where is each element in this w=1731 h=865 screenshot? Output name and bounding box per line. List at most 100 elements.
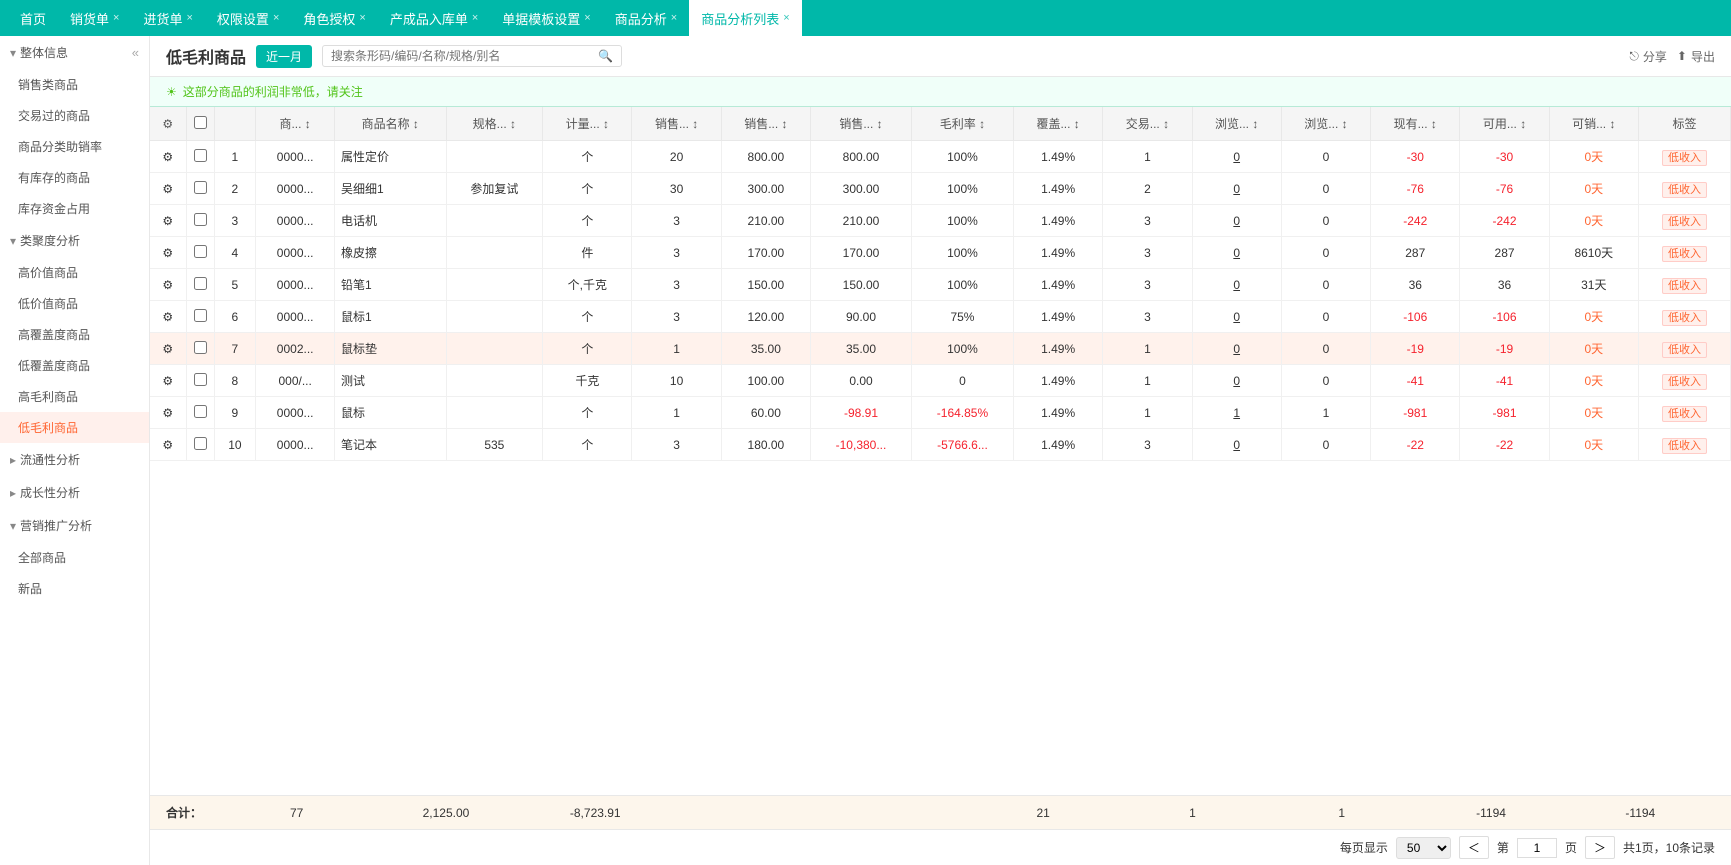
- close-icon[interactable]: ×: [359, 12, 365, 24]
- close-icon[interactable]: ×: [671, 12, 677, 24]
- col-browse1[interactable]: 浏览... ↕: [1192, 107, 1281, 141]
- row-checkbox[interactable]: [194, 309, 207, 322]
- sidebar-section-overall[interactable]: ▾ 整体信息 «: [0, 36, 149, 69]
- select-all-checkbox[interactable]: [194, 116, 207, 129]
- row-checkbox[interactable]: [194, 149, 207, 162]
- col-trade-count[interactable]: 交易... ↕: [1103, 107, 1192, 141]
- nav-product-inbound[interactable]: 产成品入库单 ×: [378, 0, 490, 36]
- col-sales-qty[interactable]: 销售... ↕: [632, 107, 721, 141]
- checkbox-cell[interactable]: [186, 269, 214, 301]
- col-cover-rate[interactable]: 覆盖... ↕: [1013, 107, 1102, 141]
- settings-cell[interactable]: ⚙: [150, 301, 186, 333]
- checkbox-cell[interactable]: [186, 301, 214, 333]
- row-browse1[interactable]: 0: [1192, 429, 1281, 461]
- prev-page-button[interactable]: ＜: [1459, 836, 1489, 859]
- row-browse1[interactable]: 0: [1192, 333, 1281, 365]
- checkbox-cell[interactable]: [186, 237, 214, 269]
- collapse-icon[interactable]: «: [132, 45, 139, 60]
- sidebar-item-category-rate[interactable]: 商品分类助销率: [0, 131, 149, 162]
- close-icon[interactable]: ×: [472, 12, 478, 24]
- sidebar-item-low-margin[interactable]: 低毛利商品: [0, 412, 149, 443]
- close-icon[interactable]: ×: [113, 12, 119, 24]
- col-available[interactable]: 可用... ↕: [1460, 107, 1549, 141]
- close-icon[interactable]: ×: [783, 12, 789, 24]
- sidebar-item-high-value[interactable]: 高价值商品: [0, 257, 149, 288]
- row-browse1[interactable]: 0: [1192, 365, 1281, 397]
- row-checkbox[interactable]: [194, 181, 207, 194]
- checkbox-cell[interactable]: [186, 429, 214, 461]
- sidebar-section-growth[interactable]: ▸ 成长性分析: [0, 476, 149, 509]
- nav-product-analysis-list[interactable]: 商品分析列表 ×: [689, 0, 801, 36]
- nav-template-settings[interactable]: 单据模板设置 ×: [490, 0, 602, 36]
- checkbox-cell[interactable]: [186, 173, 214, 205]
- row-checkbox[interactable]: [194, 213, 207, 226]
- checkbox-cell[interactable]: [186, 397, 214, 429]
- settings-cell[interactable]: ⚙: [150, 141, 186, 173]
- nav-purchase-order[interactable]: 进货单 ×: [131, 0, 204, 36]
- row-browse1[interactable]: 0: [1192, 301, 1281, 333]
- col-spec[interactable]: 规格... ↕: [446, 107, 543, 141]
- sidebar-section-cluster[interactable]: ▾ 类聚度分析: [0, 224, 149, 257]
- nav-permissions[interactable]: 权限设置 ×: [205, 0, 291, 36]
- close-icon[interactable]: ×: [186, 12, 192, 24]
- settings-cell[interactable]: ⚙: [150, 173, 186, 205]
- col-sales-price[interactable]: 销售... ↕: [721, 107, 810, 141]
- close-icon[interactable]: ×: [273, 12, 279, 24]
- settings-cell[interactable]: ⚙: [150, 205, 186, 237]
- settings-cell[interactable]: ⚙: [150, 333, 186, 365]
- sidebar-item-sales-products[interactable]: 销售类商品: [0, 69, 149, 100]
- checkbox-header[interactable]: [186, 107, 214, 141]
- col-saleable[interactable]: 可销... ↕: [1549, 107, 1638, 141]
- nav-home[interactable]: 首页: [8, 0, 58, 36]
- row-checkbox[interactable]: [194, 341, 207, 354]
- sidebar-item-low-value[interactable]: 低价值商品: [0, 288, 149, 319]
- sidebar-item-capital-usage[interactable]: 库存资金占用: [0, 193, 149, 224]
- search-input[interactable]: [331, 49, 594, 63]
- row-checkbox[interactable]: [194, 437, 207, 450]
- checkbox-cell[interactable]: [186, 205, 214, 237]
- page-number-input[interactable]: [1517, 838, 1557, 858]
- sidebar-item-low-coverage[interactable]: 低覆盖度商品: [0, 350, 149, 381]
- checkbox-cell[interactable]: [186, 141, 214, 173]
- row-browse1[interactable]: 0: [1192, 141, 1281, 173]
- col-name[interactable]: 商品名称 ↕: [335, 107, 446, 141]
- row-browse1[interactable]: 0: [1192, 269, 1281, 301]
- col-current-stock[interactable]: 现有... ↕: [1371, 107, 1460, 141]
- close-icon[interactable]: ×: [584, 12, 590, 24]
- row-checkbox[interactable]: [194, 277, 207, 290]
- col-code[interactable]: 商... ↕: [256, 107, 335, 141]
- row-browse1[interactable]: 0: [1192, 205, 1281, 237]
- settings-cell[interactable]: ⚙: [150, 365, 186, 397]
- sidebar-item-high-margin[interactable]: 高毛利商品: [0, 381, 149, 412]
- nav-product-analysis[interactable]: 商品分析 ×: [603, 0, 689, 36]
- settings-cell[interactable]: ⚙: [150, 397, 186, 429]
- page-size-select[interactable]: 50 100: [1396, 837, 1451, 859]
- row-checkbox[interactable]: [194, 373, 207, 386]
- col-sales-profit[interactable]: 销售... ↕: [811, 107, 912, 141]
- settings-header[interactable]: ⚙: [150, 107, 186, 141]
- settings-cell[interactable]: ⚙: [150, 429, 186, 461]
- checkbox-cell[interactable]: [186, 333, 214, 365]
- sidebar-section-flow[interactable]: ▸ 流通性分析: [0, 443, 149, 476]
- col-unit[interactable]: 计量... ↕: [543, 107, 632, 141]
- nav-sales-order[interactable]: 销货单 ×: [58, 0, 131, 36]
- sidebar-item-new-products[interactable]: 新品: [0, 573, 149, 604]
- checkbox-cell[interactable]: [186, 365, 214, 397]
- export-button[interactable]: ⬆ 导出: [1677, 48, 1715, 65]
- date-filter-button[interactable]: 近一月: [256, 45, 312, 68]
- sidebar-item-all-products[interactable]: 全部商品: [0, 542, 149, 573]
- nav-role-auth[interactable]: 角色授权 ×: [291, 0, 377, 36]
- sidebar-item-high-coverage[interactable]: 高覆盖度商品: [0, 319, 149, 350]
- row-browse1[interactable]: 1: [1192, 397, 1281, 429]
- sidebar-item-traded-products[interactable]: 交易过的商品: [0, 100, 149, 131]
- row-browse1[interactable]: 0: [1192, 237, 1281, 269]
- next-page-button[interactable]: ＞: [1585, 836, 1615, 859]
- sidebar-item-in-stock[interactable]: 有库存的商品: [0, 162, 149, 193]
- col-gross-rate[interactable]: 毛利率 ↕: [911, 107, 1013, 141]
- sidebar-section-marketing[interactable]: ▾ 营销推广分析: [0, 509, 149, 542]
- settings-cell[interactable]: ⚙: [150, 269, 186, 301]
- row-browse1[interactable]: 0: [1192, 173, 1281, 205]
- search-icon[interactable]: 🔍: [598, 49, 613, 63]
- col-browse2[interactable]: 浏览... ↕: [1281, 107, 1370, 141]
- row-checkbox[interactable]: [194, 245, 207, 258]
